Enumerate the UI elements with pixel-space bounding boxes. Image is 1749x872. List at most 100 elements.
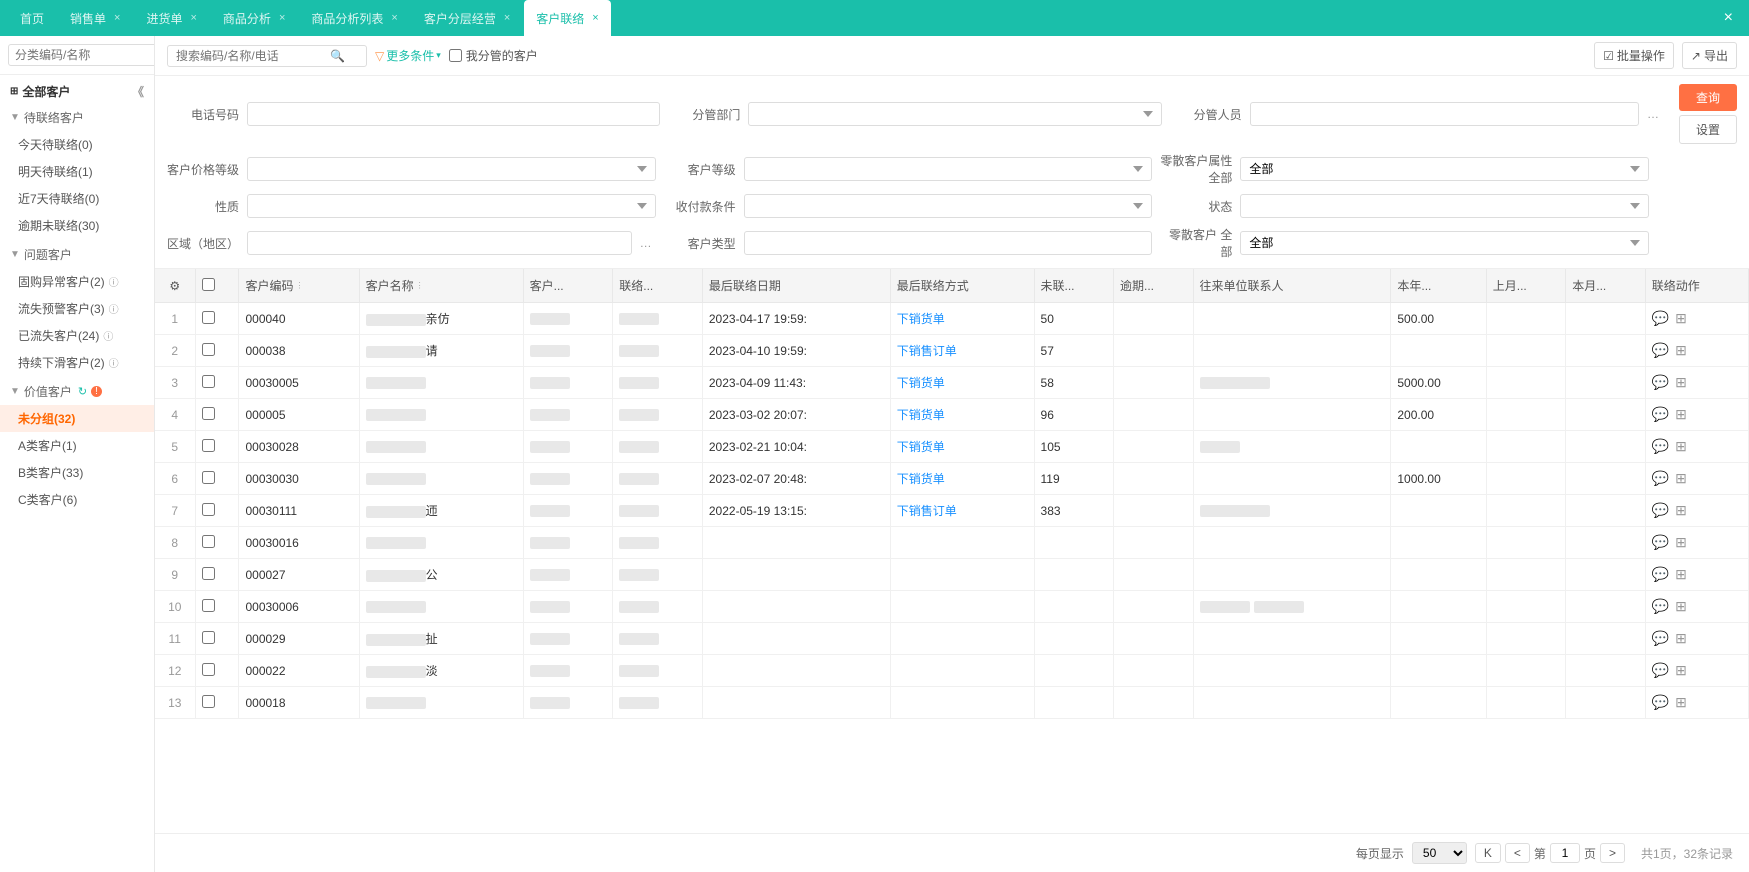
grid-action-icon[interactable]: ⊞ [1675, 566, 1687, 583]
row-checkbox[interactable] [202, 695, 215, 708]
th-name[interactable]: 客户名称 ⋮ [359, 269, 523, 303]
th-last-contact-date[interactable]: 最后联络日期 [702, 269, 890, 303]
cell-last-contact-method[interactable]: 下销货单 [890, 463, 1034, 495]
chat-icon[interactable]: 💬 [1652, 374, 1669, 391]
grid-action-icon[interactable]: ⊞ [1675, 470, 1687, 487]
chat-icon[interactable]: 💬 [1652, 630, 1669, 647]
th-this-year[interactable]: 本年... [1391, 269, 1486, 303]
next-page-btn[interactable]: > [1600, 843, 1625, 863]
sidebar-item-churn-warning[interactable]: 流失预警客户(3) ⓘ [0, 295, 154, 322]
chat-icon[interactable]: 💬 [1652, 662, 1669, 679]
first-page-btn[interactable]: K [1475, 843, 1501, 863]
grid-action-icon[interactable]: ⊞ [1675, 374, 1687, 391]
cell-last-contact-method[interactable]: 下销货单 [890, 431, 1034, 463]
sidebar-item-today-pending[interactable]: 今天待联络(0) [0, 131, 154, 158]
tab-purchase-close[interactable]: × [190, 12, 196, 24]
th-last-month[interactable]: 上月... [1486, 269, 1566, 303]
th-code[interactable]: 客户编码 ⋮ [239, 269, 359, 303]
grid-action-icon[interactable]: ⊞ [1675, 502, 1687, 519]
customer-level-select[interactable] [744, 157, 1153, 181]
window-close-button[interactable]: × [1716, 9, 1741, 27]
tab-customer-segment[interactable]: 客户分层经营 × [412, 0, 522, 36]
grid-action-icon[interactable]: ⊞ [1675, 438, 1687, 455]
th-checkbox[interactable] [195, 269, 239, 303]
my-customers-check[interactable] [449, 49, 462, 62]
sidebar-group-pending-label[interactable]: ▼ 待联络客户 [0, 104, 154, 131]
th-last-contact-method[interactable]: 最后联络方式 [890, 269, 1034, 303]
cell-last-contact-method[interactable] [890, 623, 1034, 655]
row-checkbox[interactable] [202, 535, 215, 548]
th-code-sort[interactable]: 客户编码 ⋮ [245, 277, 352, 294]
sidebar-item-declining[interactable]: 持续下滑客户(2) ⓘ [0, 349, 154, 376]
cell-checkbox[interactable] [195, 655, 239, 687]
th-overdue[interactable]: 逾期... [1114, 269, 1194, 303]
status-select[interactable] [1240, 194, 1649, 218]
sidebar-item-ungroup[interactable]: 未分组(32) [0, 405, 154, 432]
contact-method-link[interactable]: 下销货单 [897, 312, 945, 326]
customer-type-input[interactable] [744, 231, 1153, 255]
th-contact[interactable]: 联络... [613, 269, 703, 303]
contact-method-link[interactable]: 下销售订单 [897, 504, 957, 518]
sidebar-item-b-class[interactable]: B类客户(33) [0, 459, 154, 486]
grid-action-icon[interactable]: ⊞ [1675, 694, 1687, 711]
cell-last-contact-method[interactable]: 下销货单 [890, 303, 1034, 335]
phone-input[interactable] [247, 102, 660, 126]
reset-btn[interactable]: 设置 [1679, 115, 1737, 144]
manager-dots-btn[interactable]: … [1643, 107, 1663, 121]
tab-sales[interactable]: 销售单 × [58, 0, 132, 36]
tab-product-analysis-close[interactable]: × [279, 12, 285, 24]
page-number-input[interactable] [1550, 843, 1580, 863]
cell-checkbox[interactable] [195, 559, 239, 591]
sidebar-search-input[interactable] [8, 44, 155, 66]
region-input[interactable] [247, 231, 632, 255]
bulk-ops-btn[interactable]: ☑ 批量操作 [1594, 42, 1674, 69]
cell-last-contact-method[interactable]: 下销货单 [890, 399, 1034, 431]
tab-sales-close[interactable]: × [114, 12, 120, 24]
tab-product-analysis[interactable]: 商品分析 × [211, 0, 297, 36]
cell-last-contact-method[interactable] [890, 527, 1034, 559]
cell-checkbox[interactable] [195, 431, 239, 463]
chat-icon[interactable]: 💬 [1652, 598, 1669, 615]
grid-action-icon[interactable]: ⊞ [1675, 598, 1687, 615]
sidebar-item-week-pending[interactable]: 近7天待联络(0) [0, 185, 154, 212]
settings-icon[interactable]: ⚙ [169, 279, 180, 293]
cell-checkbox[interactable] [195, 399, 239, 431]
sidebar-item-abnormal[interactable]: 固购异常客户(2) ⓘ [0, 268, 154, 295]
my-customers-checkbox[interactable]: 我分管的客户 [449, 47, 538, 64]
select-all-checkbox[interactable] [202, 278, 215, 291]
tab-home[interactable]: 首页 [8, 0, 56, 36]
row-checkbox[interactable] [202, 407, 215, 420]
th-unit-contact[interactable]: 往来单位联系人 [1193, 269, 1391, 303]
grid-action-icon[interactable]: ⊞ [1675, 534, 1687, 551]
sidebar-group-problem-label[interactable]: ▼ 问题客户 [0, 241, 154, 268]
tab-purchase[interactable]: 进货单 × [134, 0, 208, 36]
contact-method-link[interactable]: 下销货单 [897, 472, 945, 486]
chat-icon[interactable]: 💬 [1652, 566, 1669, 583]
row-checkbox[interactable] [202, 503, 215, 516]
cell-checkbox[interactable] [195, 335, 239, 367]
th-not-contacted[interactable]: 未联... [1034, 269, 1114, 303]
dept-select[interactable] [748, 102, 1161, 126]
row-checkbox[interactable] [202, 343, 215, 356]
cell-checkbox[interactable] [195, 463, 239, 495]
chat-icon[interactable]: 💬 [1652, 438, 1669, 455]
cell-last-contact-method[interactable]: 下销货单 [890, 367, 1034, 399]
query-btn[interactable]: 查询 [1679, 84, 1737, 111]
sidebar-item-overdue-pending[interactable]: 逾期未联络(30) [0, 212, 154, 239]
tab-customer-contact-close[interactable]: × [592, 12, 598, 24]
filter-search-icon[interactable]: 🔍 [330, 49, 345, 63]
cell-last-contact-method[interactable] [890, 559, 1034, 591]
tab-customer-segment-close[interactable]: × [504, 12, 510, 24]
chat-icon[interactable]: 💬 [1652, 502, 1669, 519]
chat-icon[interactable]: 💬 [1652, 534, 1669, 551]
cell-last-contact-method[interactable] [890, 687, 1034, 719]
contact-method-link[interactable]: 下销货单 [897, 376, 945, 390]
contact-method-link[interactable]: 下销货单 [897, 408, 945, 422]
manager-input[interactable] [1250, 102, 1639, 126]
grid-action-icon[interactable]: ⊞ [1675, 630, 1687, 647]
grid-action-icon[interactable]: ⊞ [1675, 342, 1687, 359]
row-checkbox[interactable] [202, 311, 215, 324]
nature-select[interactable] [247, 194, 656, 218]
sidebar-collapse-btn[interactable]: 《 [132, 83, 144, 100]
cell-checkbox[interactable] [195, 687, 239, 719]
